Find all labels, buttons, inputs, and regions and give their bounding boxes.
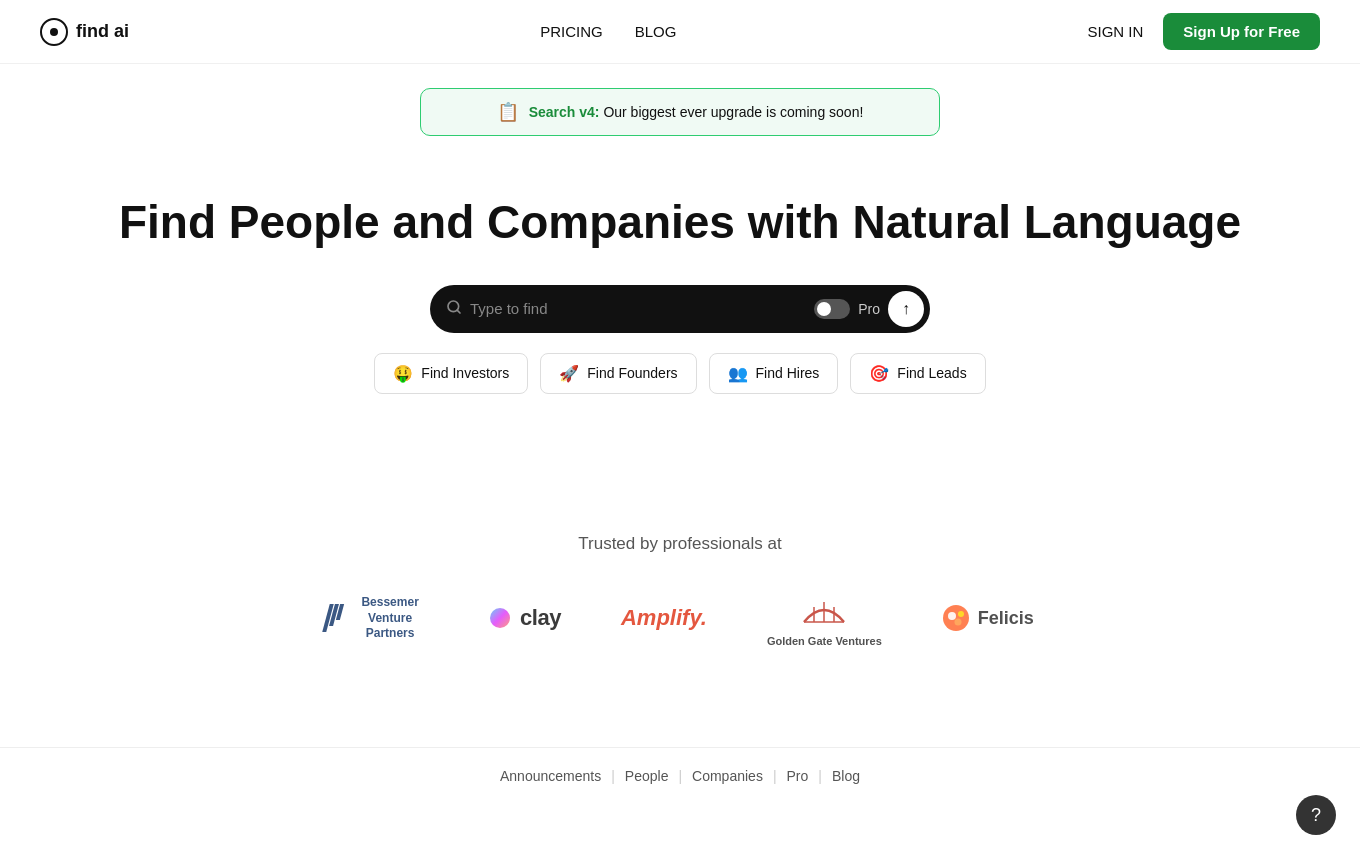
founders-label: Find Founders — [587, 365, 677, 381]
pro-toggle[interactable] — [814, 299, 850, 319]
leads-emoji: 🎯 — [869, 364, 889, 383]
logo-circle — [40, 18, 68, 46]
toggle-knob — [817, 302, 831, 316]
footer: Announcements | People | Companies | Pro… — [0, 747, 1360, 804]
nav-links: PRICING BLOG — [540, 23, 676, 40]
investors-emoji: 🤑 — [393, 364, 413, 383]
ggv-name: Golden Gate Ventures — [767, 635, 882, 647]
logos-row: Bessemer Venture Partners clay Amplify. … — [40, 590, 1320, 647]
footer-link-companies[interactable]: Companies — [692, 768, 763, 784]
pro-toggle-wrap: Pro — [814, 299, 880, 319]
svg-point-7 — [948, 612, 956, 620]
banner-prefix: Search v4: — [529, 104, 600, 120]
amplify-name: Amplify. — [621, 605, 707, 631]
footer-sep-3: | — [773, 768, 777, 784]
footer-links: Announcements | People | Companies | Pro… — [500, 768, 860, 784]
search-icon — [446, 299, 462, 319]
help-button[interactable]: ? — [1296, 795, 1336, 835]
bessemer-icon — [326, 604, 342, 632]
sign-in-button[interactable]: SIGN IN — [1087, 23, 1143, 40]
search-bar: Pro ↑ — [430, 285, 930, 333]
footer-sep-4: | — [818, 768, 822, 784]
trusted-section: Trusted by professionals at Bessemer Ven… — [0, 534, 1360, 687]
find-founders-button[interactable]: 🚀 Find Founders — [540, 353, 696, 394]
clay-logo: clay — [490, 605, 561, 631]
announcement-banner: 📋 Search v4: Our biggest ever upgrade is… — [420, 88, 940, 136]
pro-label: Pro — [858, 301, 880, 317]
trusted-title: Trusted by professionals at — [40, 534, 1320, 554]
bessemer-name: Bessemer Venture Partners — [350, 595, 430, 642]
brand-name: find ai — [76, 21, 129, 42]
find-investors-button[interactable]: 🤑 Find Investors — [374, 353, 528, 394]
logo[interactable]: find ai — [40, 18, 129, 46]
quick-buttons: 🤑 Find Investors 🚀 Find Founders 👥 Find … — [374, 353, 985, 394]
search-input[interactable] — [470, 300, 806, 317]
svg-line-1 — [457, 310, 460, 313]
nav-link-blog[interactable]: BLOG — [635, 23, 677, 40]
submit-arrow-icon: ↑ — [902, 300, 910, 318]
svg-point-6 — [943, 605, 969, 631]
amplify-logo: Amplify. — [621, 605, 707, 631]
svg-point-9 — [954, 619, 961, 626]
investors-label: Find Investors — [421, 365, 509, 381]
footer-link-pro[interactable]: Pro — [787, 768, 809, 784]
ggv-bridge-icon — [800, 590, 848, 630]
find-hires-button[interactable]: 👥 Find Hires — [709, 353, 839, 394]
find-leads-button[interactable]: 🎯 Find Leads — [850, 353, 985, 394]
banner-icon: 📋 — [497, 101, 519, 123]
nav-link-pricing[interactable]: PRICING — [540, 23, 603, 40]
navbar: find ai PRICING BLOG SIGN IN Sign Up for… — [0, 0, 1360, 64]
footer-sep-2: | — [678, 768, 682, 784]
search-submit-button[interactable]: ↑ — [888, 291, 924, 327]
footer-link-people[interactable]: People — [625, 768, 669, 784]
hero-title: Find People and Companies with Natural L… — [119, 196, 1241, 249]
logo-dot — [50, 28, 58, 36]
leads-label: Find Leads — [897, 365, 966, 381]
banner-text: Search v4: Our biggest ever upgrade is c… — [529, 104, 864, 120]
svg-point-8 — [958, 611, 964, 617]
bessemer-logo: Bessemer Venture Partners — [326, 595, 430, 642]
banner-message: Our biggest ever upgrade is coming soon! — [603, 104, 863, 120]
hires-label: Find Hires — [756, 365, 820, 381]
felicis-logo: Felicis — [942, 604, 1034, 632]
footer-link-blog[interactable]: Blog — [832, 768, 860, 784]
felicis-icon — [942, 604, 970, 632]
hero-section: Find People and Companies with Natural L… — [0, 136, 1360, 434]
founders-emoji: 🚀 — [559, 364, 579, 383]
ggv-logo: Golden Gate Ventures — [767, 590, 882, 647]
hires-emoji: 👥 — [728, 364, 748, 383]
clay-icon — [490, 608, 510, 628]
footer-sep-1: | — [611, 768, 615, 784]
nav-actions: SIGN IN Sign Up for Free — [1087, 13, 1320, 50]
felicis-name: Felicis — [978, 608, 1034, 629]
clay-name: clay — [520, 605, 561, 631]
sign-up-button[interactable]: Sign Up for Free — [1163, 13, 1320, 50]
footer-link-announcements[interactable]: Announcements — [500, 768, 601, 784]
ggv-icon-wrap: Golden Gate Ventures — [767, 590, 882, 647]
